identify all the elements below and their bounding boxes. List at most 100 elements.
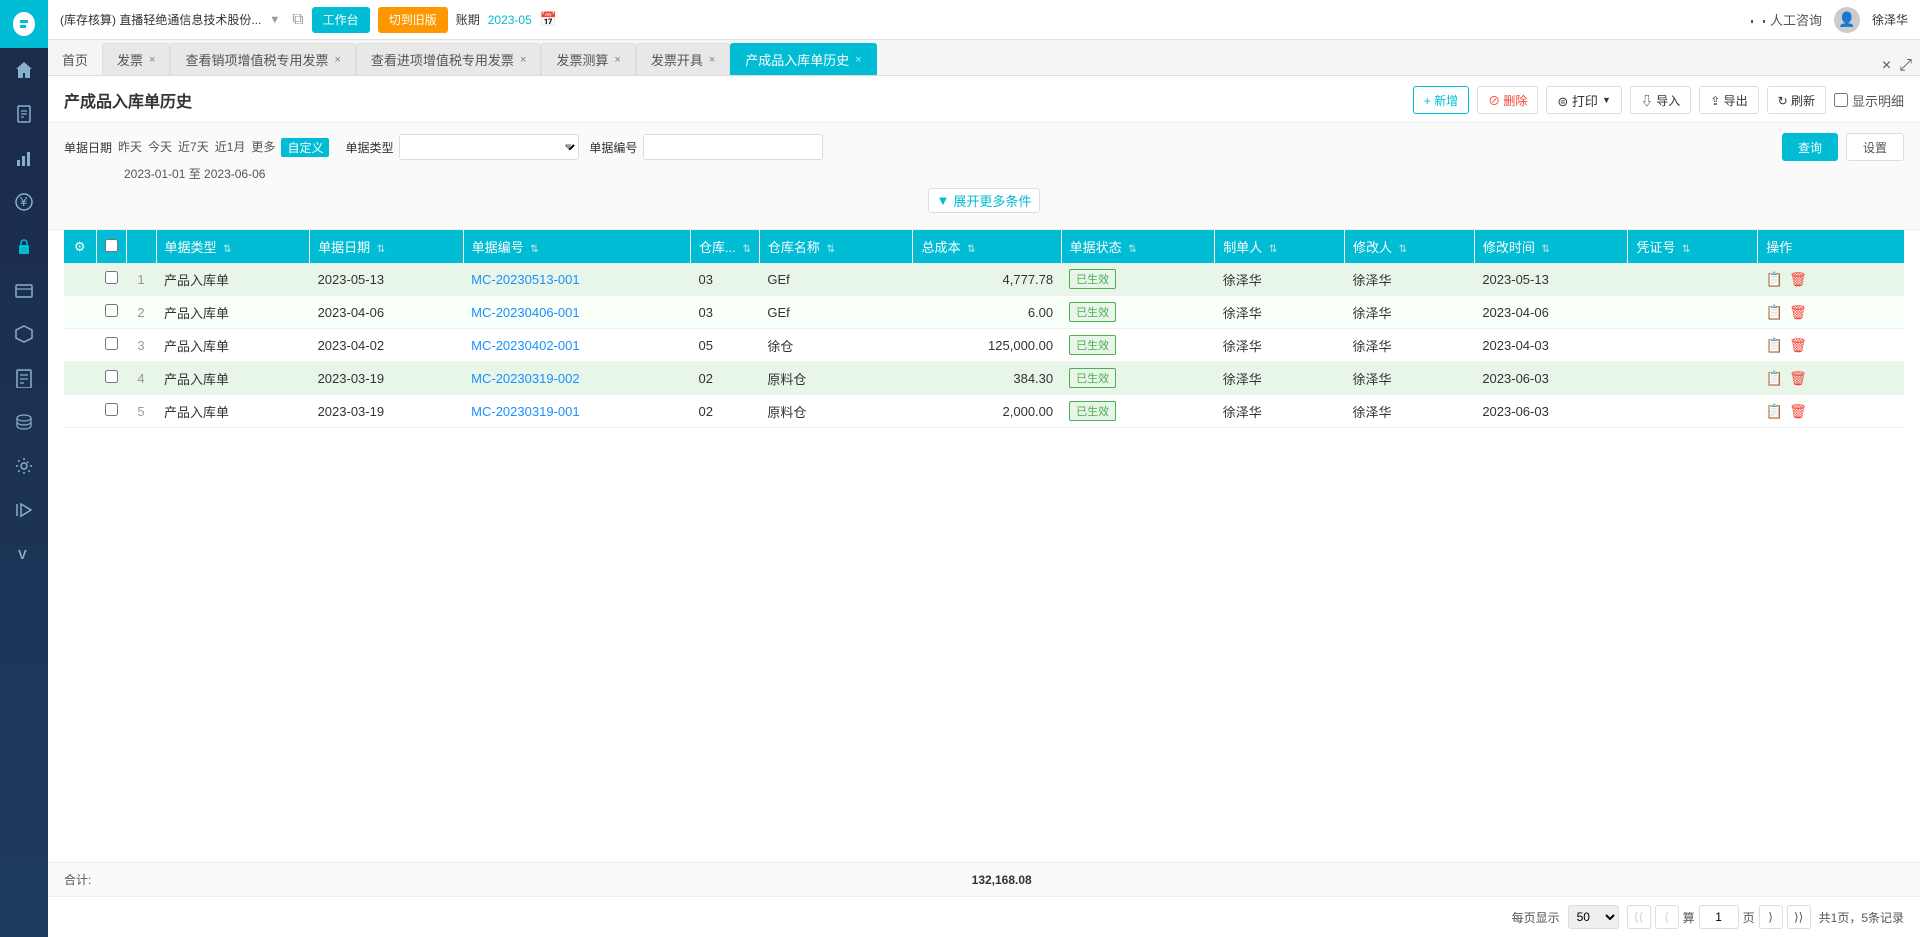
row-checkbox-2[interactable] — [105, 337, 118, 350]
filter-date-today[interactable]: 今天 — [148, 138, 172, 157]
th-warehouse-code[interactable]: 仓库... ⇅ — [691, 230, 760, 263]
query-button[interactable]: 查询 — [1782, 133, 1838, 161]
delete-icon-4[interactable]: 🗑 — [1789, 403, 1807, 420]
edit-icon-2[interactable]: 📋 — [1766, 337, 1783, 354]
set-button[interactable]: 设置 — [1846, 133, 1904, 161]
sidebar-item-home[interactable] — [0, 48, 48, 92]
sidebar-item-version[interactable]: V — [0, 532, 48, 576]
th-modifier-sort-icon: ⇅ — [1399, 244, 1407, 255]
filter-date-yesterday[interactable]: 昨天 — [118, 138, 142, 157]
row-checkbox-4[interactable] — [105, 403, 118, 416]
filter-date-more[interactable]: 更多 — [251, 138, 275, 157]
export-button[interactable]: ⇪ 导出 — [1699, 86, 1758, 114]
th-modifier[interactable]: 修改人 ⇅ — [1345, 230, 1475, 263]
sidebar-item-tax[interactable]: ¥ — [0, 180, 48, 224]
th-creator[interactable]: 制单人 ⇅ — [1215, 230, 1345, 263]
td-checkbox-2 — [96, 329, 126, 362]
select-all-checkbox[interactable] — [105, 239, 118, 252]
last-page-button[interactable]: ⟩⟩ — [1787, 905, 1811, 929]
sidebar-item-settings[interactable] — [0, 444, 48, 488]
th-status[interactable]: 单据状态 ⇅ — [1061, 230, 1215, 263]
first-page-button[interactable]: ⟨⟨ — [1627, 905, 1651, 929]
tab-invoice-calc-close[interactable]: × — [614, 54, 620, 66]
service-button[interactable]: 人工咨询 — [1750, 10, 1822, 29]
th-settings[interactable]: ⚙ — [64, 230, 96, 263]
tab-invoice-issue[interactable]: 发票开具 × — [636, 43, 730, 75]
th-number[interactable]: 单据编号 ⇅ — [463, 230, 690, 263]
print-button[interactable]: ⊜ 打印 ▼ — [1546, 86, 1621, 114]
new-button[interactable]: + 新增 — [1413, 86, 1469, 114]
sidebar-item-lock[interactable] — [0, 224, 48, 268]
tab-expand-button[interactable]: ⤢ — [1899, 57, 1912, 75]
td-wh-name-1: GEf — [759, 296, 913, 329]
edit-icon-4[interactable]: 📋 — [1766, 403, 1783, 420]
period-calendar-icon[interactable]: 📅 — [540, 11, 557, 28]
td-number-link-0[interactable]: MC-20230513-001 — [471, 272, 579, 287]
delete-button[interactable]: ⊘ 删除 — [1477, 86, 1538, 114]
filter-number-input[interactable] — [643, 134, 823, 160]
tab-sales-vat[interactable]: 查看销项增值税专用发票 × — [170, 43, 355, 75]
sidebar-item-order[interactable] — [0, 356, 48, 400]
tab-product-stock-close[interactable]: × — [855, 54, 861, 66]
filter-date-custom[interactable]: 自定义 — [281, 138, 329, 157]
th-warehouse-name[interactable]: 仓库名称 ⇅ — [759, 230, 913, 263]
sidebar-item-chart[interactable] — [0, 136, 48, 180]
tab-sales-vat-close[interactable]: × — [334, 54, 340, 66]
refresh-button[interactable]: ↻ 刷新 — [1767, 86, 1826, 114]
th-voucher[interactable]: 凭证号 ⇅ — [1628, 230, 1758, 263]
delete-icon-1[interactable]: 🗑 — [1789, 304, 1807, 321]
prev-page-button[interactable]: ⟨ — [1655, 905, 1679, 929]
sidebar-item-data[interactable] — [0, 400, 48, 444]
per-page-select[interactable]: 20 50 100 — [1568, 905, 1619, 929]
switch-version-button[interactable]: 切到旧版 — [378, 7, 448, 33]
sidebar-item-stock[interactable] — [0, 312, 48, 356]
th-total-cost[interactable]: 总成本 ⇅ — [913, 230, 1061, 263]
import-button[interactable]: ⇩ 导入 — [1630, 86, 1691, 114]
td-number-link-3[interactable]: MC-20230319-002 — [471, 371, 579, 386]
filter-type-select[interactable] — [399, 134, 579, 160]
footer-total-label: 合计: — [64, 871, 91, 888]
company-dropdown-icon[interactable]: ▼ — [269, 14, 280, 26]
edit-icon-3[interactable]: 📋 — [1766, 370, 1783, 387]
edit-icon-1[interactable]: 📋 — [1766, 304, 1783, 321]
workbench-button[interactable]: 工作台 — [312, 7, 370, 33]
app-logo[interactable] — [0, 0, 48, 48]
print-chevron-icon: ▼ — [1602, 95, 1611, 105]
td-number-link-4[interactable]: MC-20230319-001 — [471, 404, 579, 419]
tab-purchase-vat-close[interactable]: × — [520, 54, 526, 66]
show-detail-checkbox[interactable] — [1834, 93, 1848, 107]
th-date[interactable]: 单据日期 ⇅ — [310, 230, 464, 263]
tab-invoice-issue-close[interactable]: × — [709, 54, 715, 66]
edit-icon-0[interactable]: 📋 — [1766, 271, 1783, 288]
copy-icon[interactable]: ⧉ — [292, 11, 303, 29]
td-modify-time-2: 2023-04-03 — [1474, 329, 1628, 362]
td-creator-2: 徐泽华 — [1215, 329, 1345, 362]
tab-product-stock[interactable]: 产成品入库单历史 × — [730, 43, 876, 75]
tab-close-all-button[interactable]: × — [1882, 57, 1891, 75]
tab-invoice-calc[interactable]: 发票测算 × — [541, 43, 635, 75]
next-page-button[interactable]: ⟩ — [1759, 905, 1783, 929]
expand-conditions-button[interactable]: ▼ 展开更多条件 — [928, 188, 1041, 213]
tab-invoice[interactable]: 发票 × — [102, 43, 170, 75]
delete-icon-3[interactable]: 🗑 — [1789, 370, 1807, 387]
row-checkbox-3[interactable] — [105, 370, 118, 383]
sidebar-item-finance[interactable] — [0, 268, 48, 312]
sidebar-item-media[interactable] — [0, 488, 48, 532]
th-modify-time[interactable]: 修改时间 ⇅ — [1474, 230, 1628, 263]
table-settings-icon[interactable]: ⚙ — [74, 239, 86, 254]
td-number-link-2[interactable]: MC-20230402-001 — [471, 338, 579, 353]
filter-date-1month[interactable]: 近1月 — [215, 138, 246, 157]
tab-purchase-vat[interactable]: 查看进项增值税专用发票 × — [356, 43, 541, 75]
filter-date-7days[interactable]: 近7天 — [178, 138, 209, 157]
delete-icon-2[interactable]: 🗑 — [1789, 337, 1807, 354]
username[interactable]: 徐泽华 — [1872, 11, 1908, 28]
row-checkbox-0[interactable] — [105, 271, 118, 284]
page-input[interactable] — [1699, 905, 1739, 929]
tab-invoice-close[interactable]: × — [149, 54, 155, 66]
sidebar-item-doc[interactable] — [0, 92, 48, 136]
th-type[interactable]: 单据类型 ⇅ — [156, 230, 310, 263]
tab-home[interactable]: 首页 — [48, 43, 102, 75]
delete-icon-0[interactable]: 🗑 — [1789, 271, 1807, 288]
row-checkbox-1[interactable] — [105, 304, 118, 317]
td-number-link-1[interactable]: MC-20230406-001 — [471, 305, 579, 320]
